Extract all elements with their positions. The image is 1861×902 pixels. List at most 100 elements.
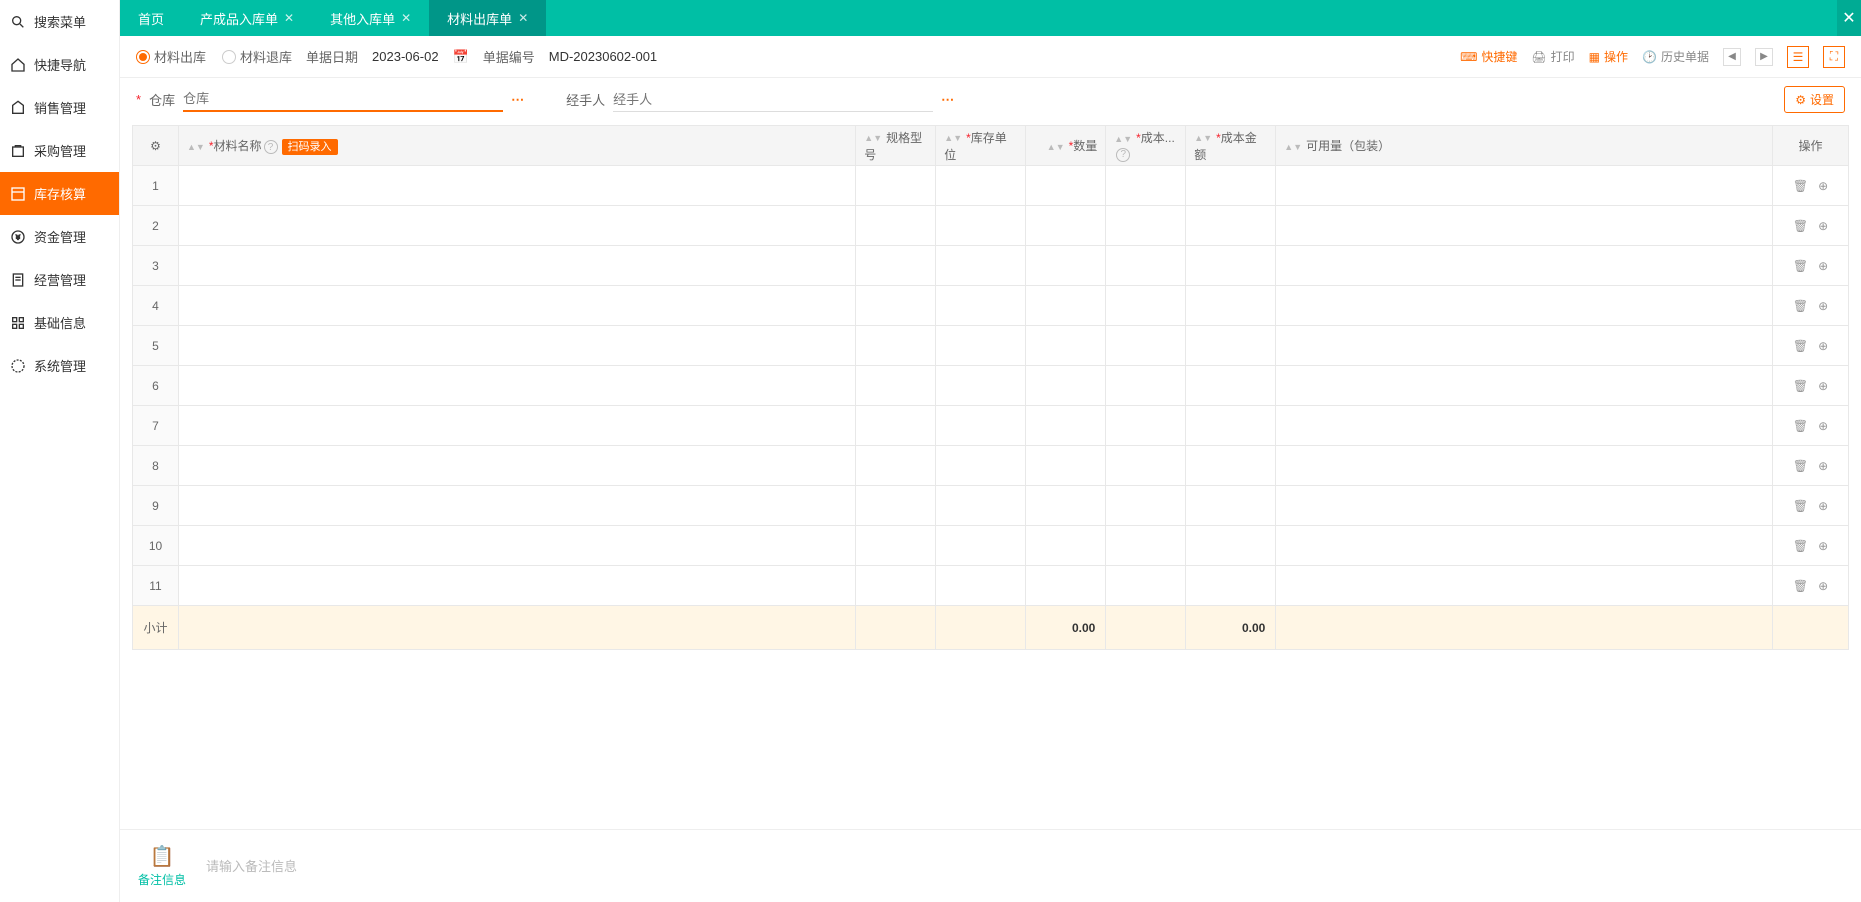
delete-row-icon[interactable]: 🗑 [1793, 499, 1808, 513]
cell-unit[interactable] [936, 486, 1026, 526]
radio-material-return[interactable]: 材料退库 [222, 47, 292, 66]
print-link[interactable]: 🖨打印 [1531, 48, 1574, 65]
delete-row-icon[interactable]: 🗑 [1793, 339, 1808, 353]
cell-unit[interactable] [936, 406, 1026, 446]
table-row[interactable]: 5🗑⊕ [133, 326, 1849, 366]
delete-row-icon[interactable]: 🗑 [1793, 419, 1808, 433]
handler-picker-icon[interactable]: ⋯ [941, 92, 956, 108]
cell-qty[interactable] [1026, 366, 1106, 406]
table-row[interactable]: 2🗑⊕ [133, 206, 1849, 246]
cell-available[interactable] [1276, 446, 1773, 486]
cell-spec[interactable] [856, 526, 936, 566]
tab-other-in[interactable]: 其他入库单 ✕ [312, 0, 429, 36]
cell-qty[interactable] [1026, 286, 1106, 326]
table-row[interactable]: 7🗑⊕ [133, 406, 1849, 446]
cell-spec[interactable] [856, 446, 936, 486]
cell-spec[interactable] [856, 166, 936, 206]
cell-available[interactable] [1276, 566, 1773, 606]
next-doc-button[interactable]: ▶ [1755, 48, 1773, 66]
cell-amount[interactable] [1186, 526, 1276, 566]
add-row-icon[interactable]: ⊕ [1818, 259, 1828, 273]
sidebar-item-fund[interactable]: ¥ 资金管理 [0, 215, 119, 258]
cell-qty[interactable] [1026, 526, 1106, 566]
table-row[interactable]: 9🗑⊕ [133, 486, 1849, 526]
history-link[interactable]: 🕑历史单据 [1642, 48, 1709, 65]
cell-unit[interactable] [936, 326, 1026, 366]
cell-material[interactable] [179, 526, 856, 566]
cell-amount[interactable] [1186, 166, 1276, 206]
cell-cost[interactable] [1106, 406, 1186, 446]
cell-cost[interactable] [1106, 166, 1186, 206]
sort-icon[interactable]: ▲▼ [864, 135, 882, 141]
settings-button[interactable]: ⚙ 设置 [1784, 86, 1845, 113]
cell-amount[interactable] [1186, 246, 1276, 286]
cell-unit[interactable] [936, 206, 1026, 246]
cell-available[interactable] [1276, 366, 1773, 406]
add-row-icon[interactable]: ⊕ [1818, 299, 1828, 313]
cell-qty[interactable] [1026, 486, 1106, 526]
cell-unit[interactable] [936, 526, 1026, 566]
hotkey-link[interactable]: ⌨快捷键 [1460, 48, 1517, 65]
cell-amount[interactable] [1186, 326, 1276, 366]
table-row[interactable]: 11🗑⊕ [133, 566, 1849, 606]
sort-icon[interactable]: ▲▼ [1284, 144, 1302, 150]
add-row-icon[interactable]: ⊕ [1818, 499, 1828, 513]
table-row[interactable]: 4🗑⊕ [133, 286, 1849, 326]
cell-unit[interactable] [936, 246, 1026, 286]
sort-icon[interactable]: ▲▼ [187, 144, 205, 150]
warehouse-input[interactable] [183, 87, 503, 112]
header-cost[interactable]: ▲▼*成本...? [1106, 126, 1186, 166]
cell-spec[interactable] [856, 206, 936, 246]
cell-available[interactable] [1276, 486, 1773, 526]
tab-finished-in[interactable]: 产成品入库单 ✕ [182, 0, 312, 36]
cell-qty[interactable] [1026, 166, 1106, 206]
table-row[interactable]: 10🗑⊕ [133, 526, 1849, 566]
cell-material[interactable] [179, 486, 856, 526]
delete-row-icon[interactable]: 🗑 [1793, 259, 1808, 273]
cell-cost[interactable] [1106, 566, 1186, 606]
sidebar-item-business[interactable]: 经营管理 [0, 258, 119, 301]
add-row-icon[interactable]: ⊕ [1818, 419, 1828, 433]
cell-material[interactable] [179, 166, 856, 206]
cell-qty[interactable] [1026, 326, 1106, 366]
add-row-icon[interactable]: ⊕ [1818, 219, 1828, 233]
cell-amount[interactable] [1186, 446, 1276, 486]
cell-material[interactable] [179, 206, 856, 246]
cell-spec[interactable] [856, 566, 936, 606]
header-gear[interactable]: ⚙ [133, 126, 179, 166]
cell-available[interactable] [1276, 526, 1773, 566]
cell-spec[interactable] [856, 366, 936, 406]
cell-spec[interactable] [856, 486, 936, 526]
table-row[interactable]: 6🗑⊕ [133, 366, 1849, 406]
cell-cost[interactable] [1106, 206, 1186, 246]
cell-cost[interactable] [1106, 326, 1186, 366]
sidebar-item-base[interactable]: 基础信息 [0, 301, 119, 344]
add-row-icon[interactable]: ⊕ [1818, 179, 1828, 193]
remarks-input[interactable] [206, 859, 1843, 874]
sidebar-item-system[interactable]: 系统管理 [0, 344, 119, 387]
add-row-icon[interactable]: ⊕ [1818, 459, 1828, 473]
delete-row-icon[interactable]: 🗑 [1793, 579, 1808, 593]
delete-row-icon[interactable]: 🗑 [1793, 219, 1808, 233]
cell-amount[interactable] [1186, 366, 1276, 406]
cell-material[interactable] [179, 366, 856, 406]
cell-qty[interactable] [1026, 406, 1106, 446]
add-row-icon[interactable]: ⊕ [1818, 339, 1828, 353]
sort-icon[interactable]: ▲▼ [1047, 144, 1065, 150]
cell-amount[interactable] [1186, 566, 1276, 606]
add-row-icon[interactable]: ⊕ [1818, 579, 1828, 593]
help-icon[interactable]: ? [1116, 148, 1130, 162]
sidebar-item-sales[interactable]: 销售管理 [0, 86, 119, 129]
cell-material[interactable] [179, 286, 856, 326]
close-icon[interactable]: ✕ [401, 11, 411, 25]
sidebar-item-purchase[interactable]: 采购管理 [0, 129, 119, 172]
cell-qty[interactable] [1026, 566, 1106, 606]
cell-cost[interactable] [1106, 286, 1186, 326]
cell-qty[interactable] [1026, 246, 1106, 286]
tab-material-out[interactable]: 材料出库单 ✕ [429, 0, 546, 36]
close-icon[interactable]: ✕ [518, 11, 528, 25]
cell-available[interactable] [1276, 166, 1773, 206]
delete-row-icon[interactable]: 🗑 [1793, 299, 1808, 313]
sidebar-item-search[interactable]: 搜索菜单 [0, 0, 119, 43]
sidebar-item-inventory[interactable]: 库存核算 [0, 172, 119, 215]
